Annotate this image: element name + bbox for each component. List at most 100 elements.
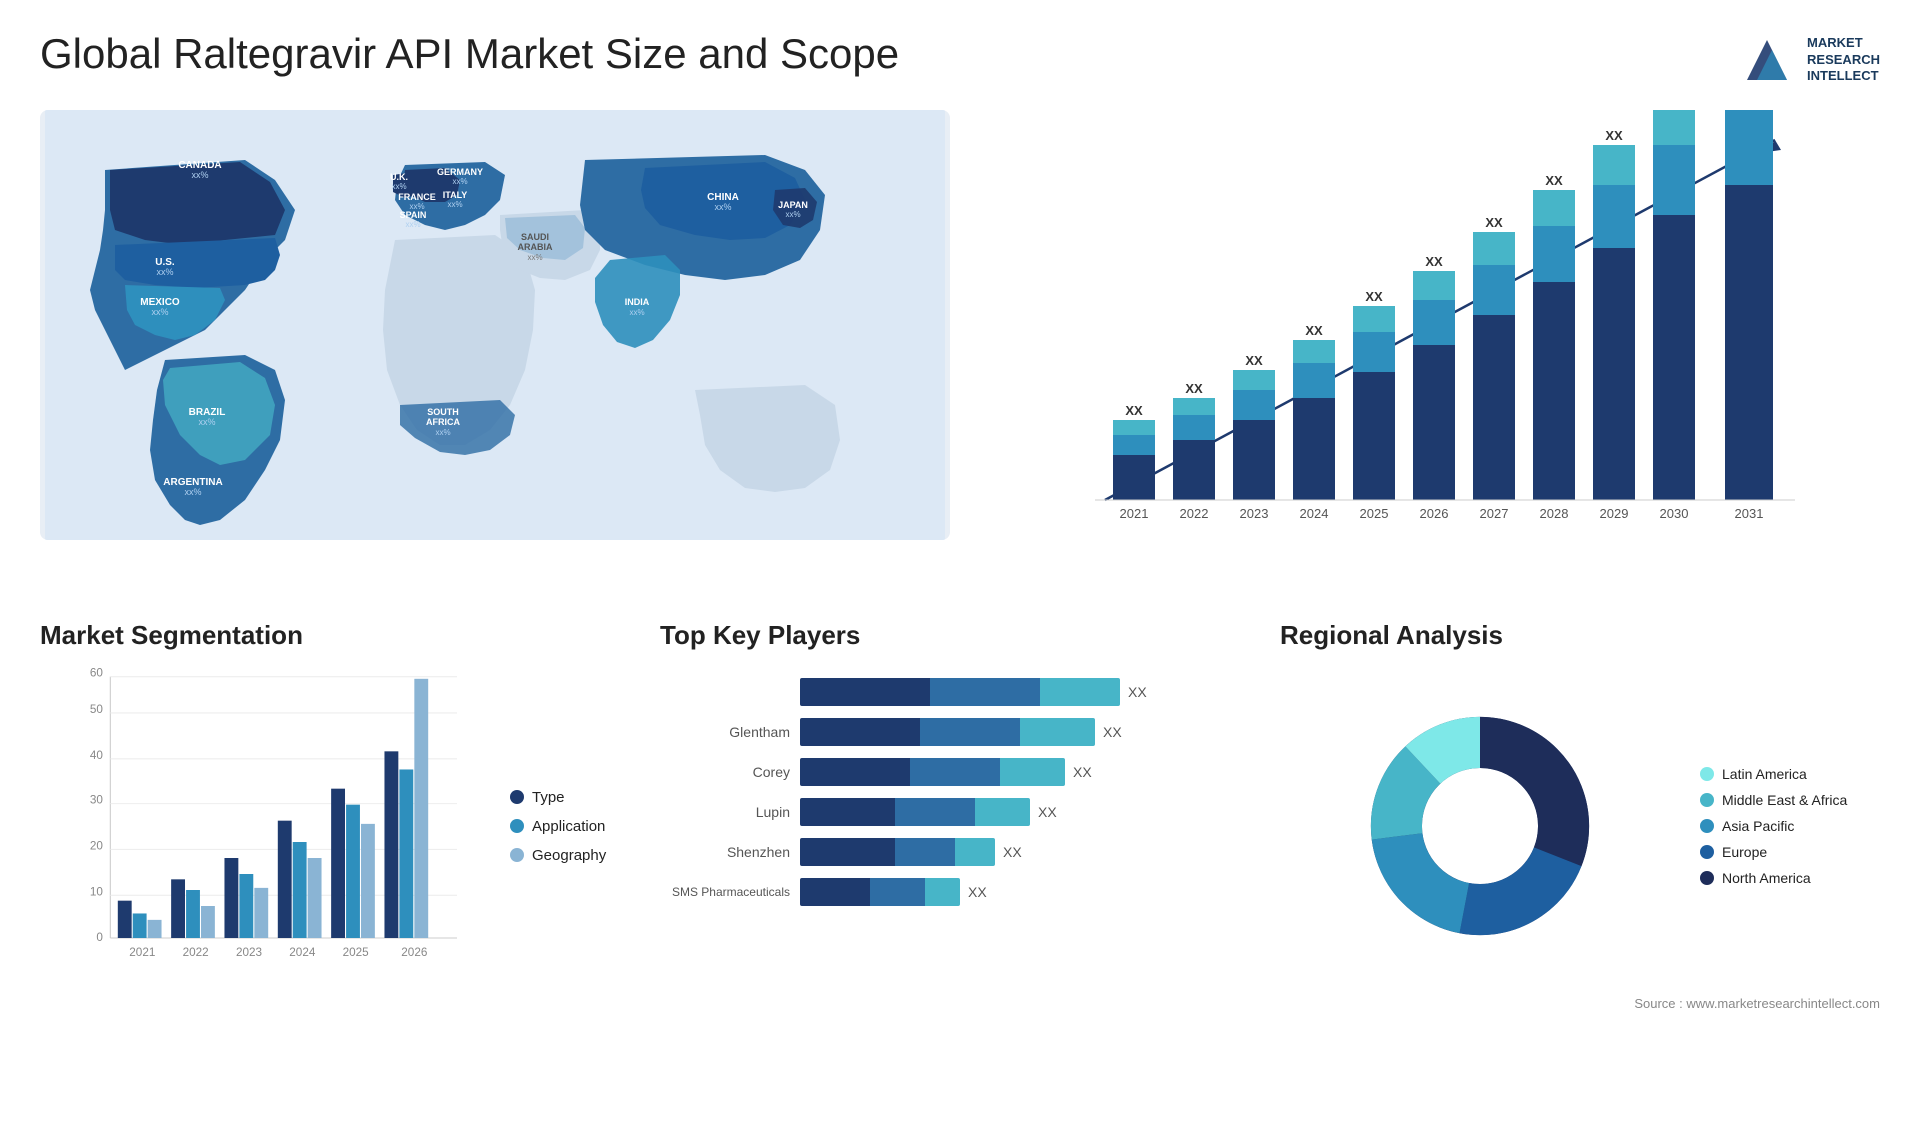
svg-text:2028: 2028 xyxy=(1540,506,1569,521)
svg-text:2022: 2022 xyxy=(183,946,209,959)
bar-chart-section: XX XX XX XX xyxy=(970,110,1880,590)
legend-application-label: Application xyxy=(532,818,605,835)
player-xx-shenzhen: XX xyxy=(1003,844,1022,860)
player-bar-lupin-seg3 xyxy=(975,798,1030,826)
player-bar-wrap-shenzhen: XX xyxy=(800,836,1260,868)
player-name-shenzhen: Shenzhen xyxy=(660,844,790,860)
svg-text:xx%: xx% xyxy=(151,307,168,317)
svg-text:AFRICA: AFRICA xyxy=(426,417,460,427)
svg-text:FRANCE: FRANCE xyxy=(398,192,436,202)
player-bar-shenzhen xyxy=(800,838,995,866)
svg-text:2022: 2022 xyxy=(1180,506,1209,521)
logo-icon xyxy=(1737,30,1797,90)
segmentation-container: 0 10 20 30 40 50 60 xyxy=(40,666,640,986)
player-bar-sms-seg3 xyxy=(925,878,960,906)
reg-label-north-america: North America xyxy=(1722,870,1811,886)
player-row-sms: SMS Pharmaceuticals XX xyxy=(660,876,1260,908)
top-players-title: Top Key Players xyxy=(660,620,1260,651)
svg-text:U.K.: U.K. xyxy=(390,172,408,182)
svg-text:XX: XX xyxy=(1545,173,1563,188)
svg-text:XX: XX xyxy=(1125,403,1143,418)
svg-text:SOUTH: SOUTH xyxy=(427,407,459,417)
svg-text:XX: XX xyxy=(1185,381,1203,396)
svg-text:xx%: xx% xyxy=(785,210,800,219)
svg-text:2027: 2027 xyxy=(1480,506,1509,521)
svg-text:xx%: xx% xyxy=(435,428,450,437)
player-name-sms: SMS Pharmaceuticals xyxy=(660,885,790,899)
bar-chart-container: XX XX XX XX xyxy=(970,110,1880,540)
svg-text:XX: XX xyxy=(1425,254,1443,269)
svg-text:xx%: xx% xyxy=(391,182,406,191)
player-row-glentham: Glentham XX xyxy=(660,716,1260,748)
svg-text:2023: 2023 xyxy=(236,946,262,959)
player-bar-wrap-glentham: XX xyxy=(800,716,1260,748)
reg-legend-europe: Europe xyxy=(1700,844,1880,860)
player-bar-0-seg2 xyxy=(930,678,1040,706)
reg-label-asia-pacific: Asia Pacific xyxy=(1722,818,1794,834)
svg-text:xx%: xx% xyxy=(198,417,215,427)
player-bar-sms-seg1 xyxy=(800,878,870,906)
segmentation-legend: Type Application Geography xyxy=(510,666,640,986)
legend-geography-dot xyxy=(510,848,524,862)
player-name-lupin: Lupin xyxy=(660,804,790,820)
player-row-corey: Corey XX xyxy=(660,756,1260,788)
player-name-corey: Corey xyxy=(660,764,790,780)
player-bar-lupin-seg2 xyxy=(895,798,975,826)
player-bar-corey xyxy=(800,758,1065,786)
reg-legend-latin-america: Latin America xyxy=(1700,766,1880,782)
player-bar-corey-seg3 xyxy=(1000,758,1065,786)
svg-text:SPAIN: SPAIN xyxy=(400,210,427,220)
player-bar-corey-seg1 xyxy=(800,758,910,786)
legend-application: Application xyxy=(510,818,640,835)
svg-text:40: 40 xyxy=(90,749,104,762)
reg-dot-europe xyxy=(1700,845,1714,859)
svg-text:xx%: xx% xyxy=(527,253,542,262)
svg-text:20: 20 xyxy=(90,839,104,852)
player-bar-glentham-seg2 xyxy=(920,718,1020,746)
svg-text:60: 60 xyxy=(90,667,104,680)
svg-text:SAUDI: SAUDI xyxy=(521,232,549,242)
svg-text:2023: 2023 xyxy=(1240,506,1269,521)
page-header: Global Raltegravir API Market Size and S… xyxy=(40,30,1880,90)
segmentation-section: Market Segmentation 0 10 20 30 40 50 60 xyxy=(40,620,640,1000)
player-row-lupin: Lupin XX xyxy=(660,796,1260,828)
svg-text:XX: XX xyxy=(1365,289,1383,304)
reg-legend-north-america: North America xyxy=(1700,870,1880,886)
player-bar-shenzhen-seg2 xyxy=(895,838,955,866)
source-text: Source : www.marketresearchintellect.com xyxy=(1280,996,1880,1011)
player-xx-glentham: XX xyxy=(1103,724,1122,740)
player-bar-glentham-seg1 xyxy=(800,718,920,746)
svg-text:0: 0 xyxy=(96,931,103,944)
logo: MARKET RESEARCH INTELLECT xyxy=(1737,30,1880,90)
player-bar-corey-seg2 xyxy=(910,758,1000,786)
donut-chart-wrap xyxy=(1280,696,1680,956)
players-container: XX Glentham XX Corey xyxy=(660,666,1260,908)
svg-text:ARABIA: ARABIA xyxy=(518,242,553,252)
regional-section: Regional Analysis xyxy=(1280,620,1880,1000)
svg-text:2026: 2026 xyxy=(401,946,427,959)
player-bar-sms xyxy=(800,878,960,906)
svg-text:xx%: xx% xyxy=(629,308,644,317)
svg-text:2021: 2021 xyxy=(1120,506,1149,521)
svg-text:2021: 2021 xyxy=(129,946,155,959)
player-bar-lupin xyxy=(800,798,1030,826)
player-bar-glentham xyxy=(800,718,1095,746)
segmentation-title: Market Segmentation xyxy=(40,620,640,651)
player-xx-corey: XX xyxy=(1073,764,1092,780)
reg-legend-asia-pacific: Asia Pacific xyxy=(1700,818,1880,834)
player-bar-glentham-seg3 xyxy=(1020,718,1095,746)
player-bar-wrap-lupin: XX xyxy=(800,796,1260,828)
reg-dot-latin-america xyxy=(1700,767,1714,781)
player-bar-shenzhen-seg3 xyxy=(955,838,995,866)
player-bar-wrap-corey: XX xyxy=(800,756,1260,788)
svg-text:xx%: xx% xyxy=(452,177,467,186)
reg-legend-mea: Middle East & Africa xyxy=(1700,792,1880,808)
svg-text:xx%: xx% xyxy=(405,220,420,229)
legend-type-dot xyxy=(510,790,524,804)
top-section: CANADA xx% U.S. xx% MEXICO xx% BRAZIL xx… xyxy=(40,110,1880,590)
svg-text:2025: 2025 xyxy=(1360,506,1389,521)
svg-text:XX: XX xyxy=(1485,215,1503,230)
regional-title: Regional Analysis xyxy=(1280,620,1880,651)
svg-text:2025: 2025 xyxy=(343,946,370,959)
svg-text:xx%: xx% xyxy=(191,170,208,180)
